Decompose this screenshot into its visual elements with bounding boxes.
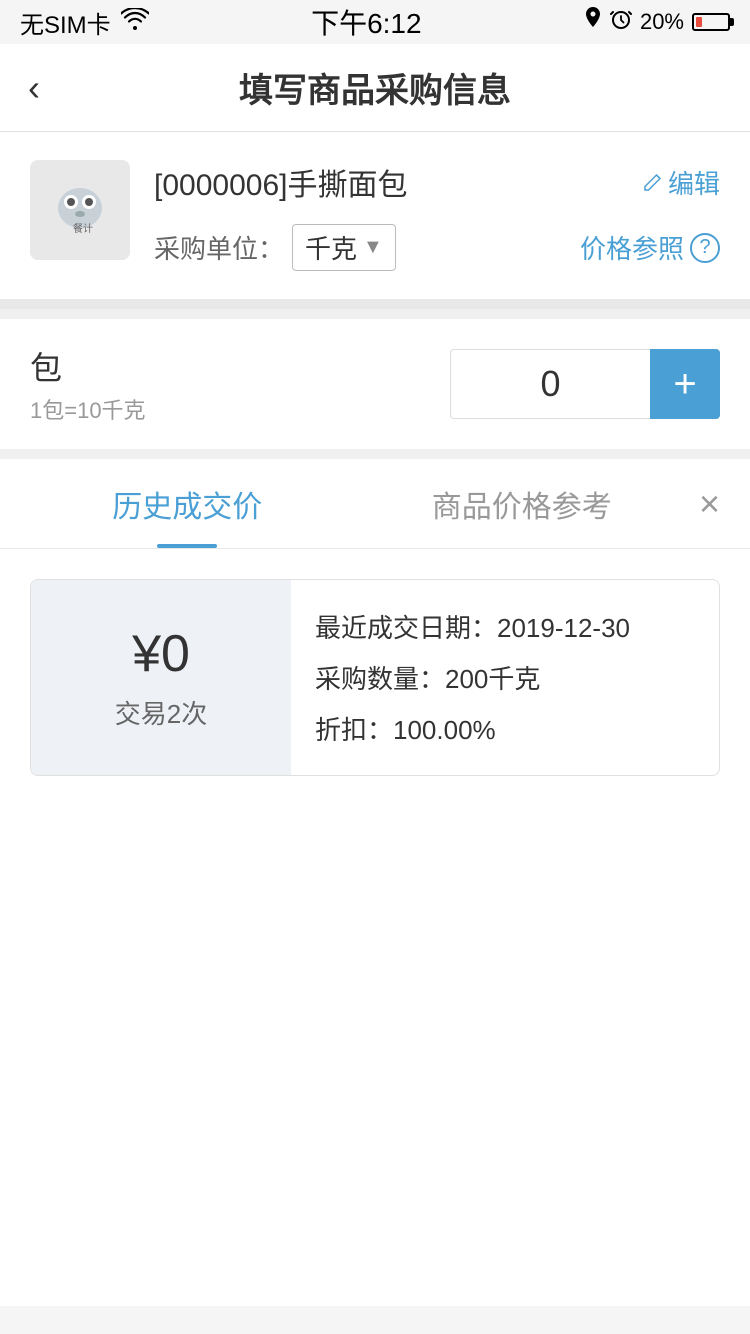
unit-select[interactable]: 千克 ▼ xyxy=(292,224,396,271)
tab-product-price-ref-label: 商品价格参考 xyxy=(432,482,612,526)
purchase-qty-value: 200千克 xyxy=(445,664,540,694)
price-ref-button[interactable]: 价格参照 ? xyxy=(580,229,720,266)
recent-date-label: 最近成交日期： xyxy=(315,613,497,643)
recent-date-value: 2019-12-30 xyxy=(497,613,630,643)
tab-history-price[interactable]: 历史成交价 xyxy=(20,459,354,548)
status-time: 下午6:12 xyxy=(311,2,422,42)
unit-label: 采购单位： xyxy=(154,229,284,266)
tabs-container: 历史成交价 商品价格参考 × ¥0 交易2次 最近成交日期：2019-12-30… xyxy=(0,449,750,806)
product-card: 餐计 [0000006]手撕面包 编辑 采购单位： 千克 ▼ xyxy=(0,132,750,299)
price-ref-label: 价格参照 xyxy=(580,229,684,266)
back-button[interactable]: ‹ xyxy=(28,67,40,109)
unit-dropdown-arrow: ▼ xyxy=(363,236,383,259)
price-card-right: 最近成交日期：2019-12-30 采购数量：200千克 折扣：100.00% xyxy=(291,580,719,775)
price-detail-date-row: 最近成交日期：2019-12-30 xyxy=(315,608,695,645)
edit-label: 编辑 xyxy=(668,164,720,201)
quantity-conversion-text: 1包=10千克 xyxy=(30,393,146,425)
price-card: ¥0 交易2次 最近成交日期：2019-12-30 采购数量：200千克 折扣：… xyxy=(30,579,720,776)
battery-icon xyxy=(692,13,730,31)
purchase-qty-label: 采购数量： xyxy=(315,664,445,694)
quantity-section: 包 1包=10千克 + xyxy=(0,309,750,449)
unit-value: 千克 xyxy=(305,229,357,266)
battery-percentage: 20% xyxy=(640,9,684,35)
section-divider-1 xyxy=(0,299,750,309)
tab-product-price-ref[interactable]: 商品价格参考 xyxy=(354,459,688,548)
price-ref-help-icon: ? xyxy=(690,233,720,263)
product-info: [0000006]手撕面包 编辑 采购单位： 千克 ▼ 价格参照 ? xyxy=(154,160,720,271)
price-card-left: ¥0 交易2次 xyxy=(31,580,291,775)
product-name: [0000006]手撕面包 xyxy=(154,160,407,204)
quantity-plus-button[interactable]: + xyxy=(650,349,720,419)
svg-text:餐计: 餐计 xyxy=(73,222,93,235)
bottom-area xyxy=(0,806,750,1306)
wifi-icon xyxy=(121,8,149,37)
price-detail-discount-row: 折扣：100.00% xyxy=(315,710,695,747)
location-icon xyxy=(584,7,602,37)
product-thumb-icon: 餐计 xyxy=(45,170,115,250)
price-value: 0 xyxy=(161,625,190,683)
status-bar: 无SIM卡 下午6:12 20% xyxy=(0,0,750,44)
plus-icon: + xyxy=(673,362,696,407)
discount-value: 100.00% xyxy=(393,715,496,745)
status-right: 20% xyxy=(584,7,730,37)
price-amount: ¥0 xyxy=(132,624,190,684)
nav-bar: ‹ 填写商品采购信息 xyxy=(0,44,750,132)
price-detail-qty-row: 采购数量：200千克 xyxy=(315,659,695,696)
status-left: 无SIM卡 xyxy=(20,5,149,40)
quantity-input[interactable] xyxy=(450,349,650,419)
discount-label: 折扣： xyxy=(315,715,393,745)
carrier-text: 无SIM卡 xyxy=(20,5,111,40)
unit-row: 采购单位： 千克 ▼ 价格参照 ? xyxy=(154,224,720,271)
quantity-input-wrap: + xyxy=(450,349,720,419)
product-header-row: [0000006]手撕面包 编辑 xyxy=(154,160,720,204)
tab-close-button[interactable]: × xyxy=(689,483,730,525)
tab-content-history-price: ¥0 交易2次 最近成交日期：2019-12-30 采购数量：200千克 折扣：… xyxy=(0,549,750,806)
price-trade-count: 交易2次 xyxy=(115,694,207,731)
product-thumbnail: 餐计 xyxy=(30,160,130,260)
tabs-header: 历史成交价 商品价格参考 × xyxy=(0,459,750,549)
edit-button[interactable]: 编辑 xyxy=(642,164,720,201)
quantity-unit-text: 包 xyxy=(30,343,146,389)
tab-history-price-label: 历史成交价 xyxy=(112,482,262,526)
price-currency: ¥ xyxy=(132,625,161,683)
page-title: 填写商品采购信息 xyxy=(239,63,511,112)
alarm-icon xyxy=(610,8,632,36)
quantity-label-wrap: 包 1包=10千克 xyxy=(30,343,146,425)
